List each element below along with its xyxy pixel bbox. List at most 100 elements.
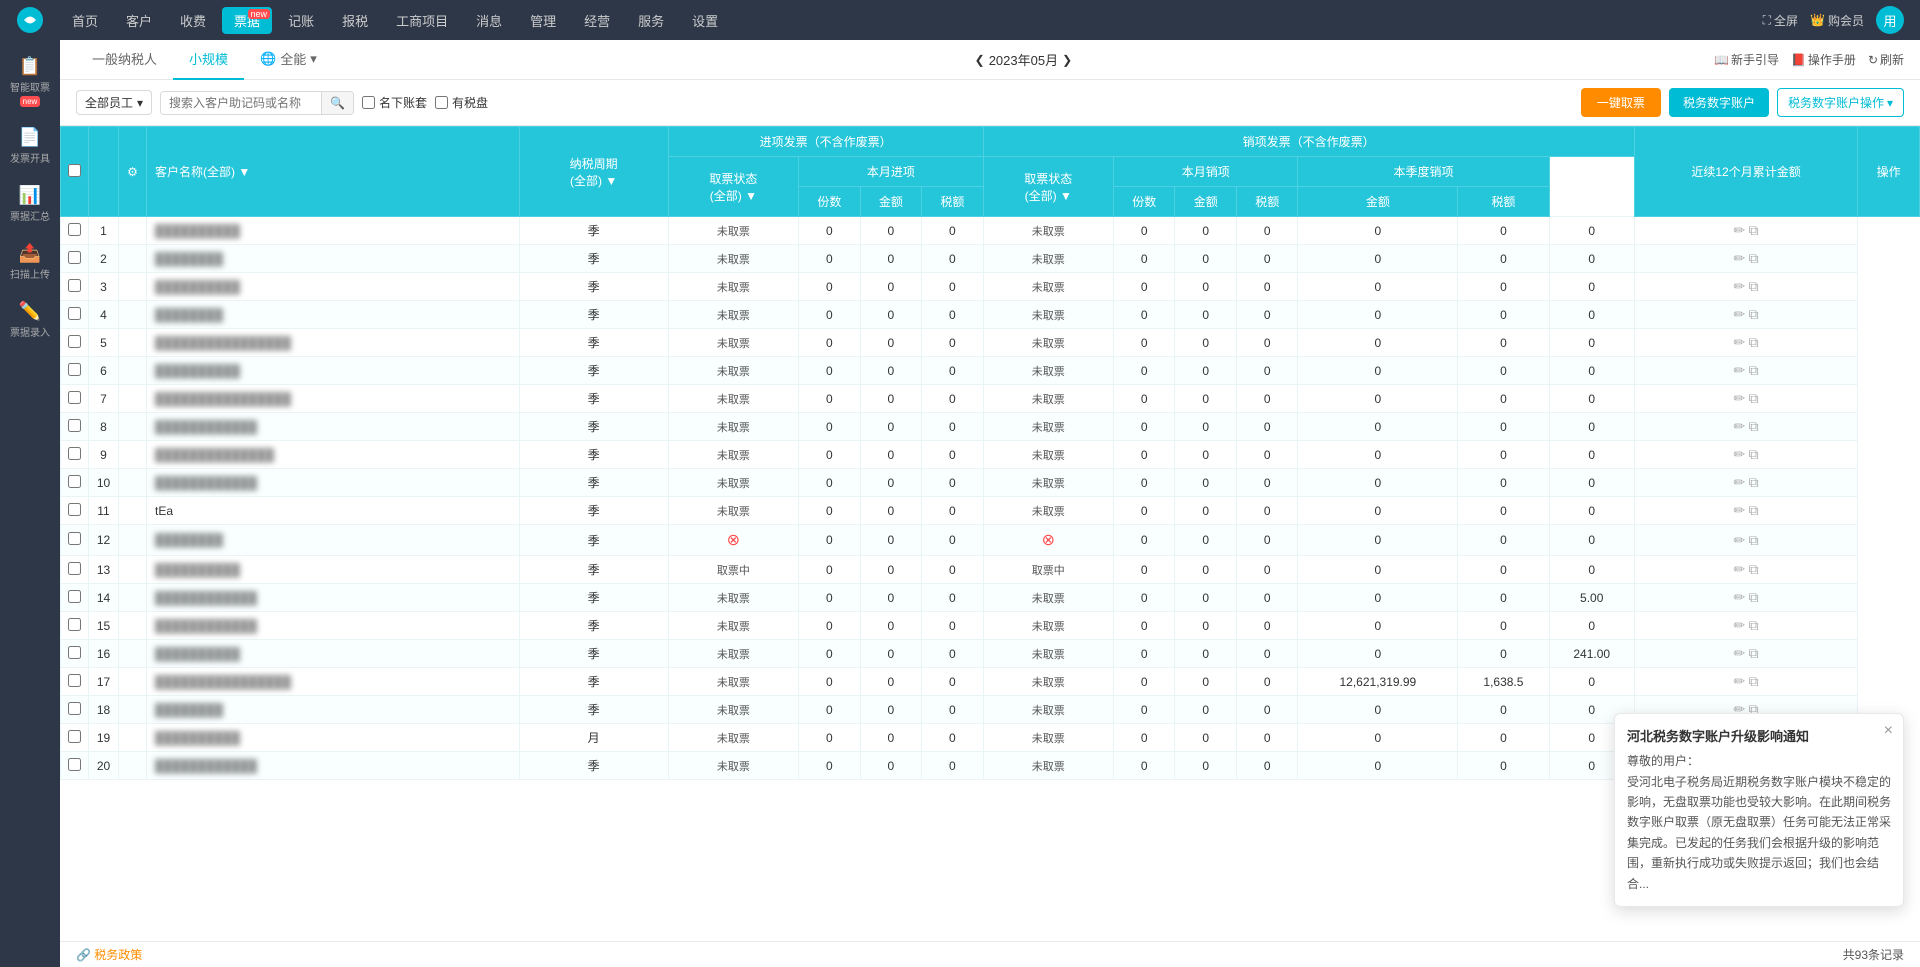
guide-btn[interactable]: 📖 新手引导 (1714, 51, 1779, 68)
checkbox-account-filter[interactable]: 名下账套 (362, 94, 427, 111)
edit-icon[interactable]: ✏ (1734, 617, 1746, 633)
edit-icon[interactable]: ✏ (1734, 278, 1746, 294)
row-checkbox[interactable] (68, 532, 81, 545)
row-checkbox[interactable] (68, 590, 81, 603)
nav-customer[interactable]: 客户 (114, 7, 164, 34)
copy-icon[interactable]: ⧉ (1749, 222, 1759, 238)
row-checkbox[interactable] (68, 646, 81, 659)
tax-policy-link[interactable]: 🔗 税务政策 (76, 946, 142, 963)
smart-ticket-badge: new (20, 96, 41, 107)
edit-icon[interactable]: ✏ (1734, 561, 1746, 577)
copy-icon[interactable]: ⧉ (1749, 561, 1759, 577)
row-checkbox[interactable] (68, 562, 81, 575)
logo-icon[interactable] (16, 6, 44, 34)
sidebar-item-invoice-entry[interactable]: ✏️ 票据录入 (4, 293, 56, 347)
manual-btn[interactable]: 📕 操作手册 (1791, 51, 1856, 68)
edit-icon[interactable]: ✏ (1734, 362, 1746, 378)
row-checkbox[interactable] (68, 335, 81, 348)
cell-out-amount: 0 (1175, 329, 1237, 357)
edit-icon[interactable]: ✏ (1734, 645, 1746, 661)
next-period-btn[interactable]: ❯ (1062, 53, 1072, 67)
edit-icon[interactable]: ✏ (1734, 250, 1746, 266)
search-input[interactable] (161, 92, 321, 114)
row-checkbox[interactable] (68, 758, 81, 771)
row-checkbox[interactable] (68, 730, 81, 743)
copy-icon[interactable]: ⧉ (1749, 673, 1759, 689)
cell-idx: 19 (89, 724, 119, 752)
search-btn[interactable]: 🔍 (321, 92, 353, 114)
select-all-checkbox[interactable] (68, 164, 81, 177)
copy-icon[interactable]: ⧉ (1749, 474, 1759, 490)
edit-icon[interactable]: ✏ (1734, 306, 1746, 322)
row-checkbox[interactable] (68, 618, 81, 631)
notification-close-btn[interactable]: × (1884, 722, 1893, 740)
copy-icon[interactable]: ⧉ (1749, 617, 1759, 633)
copy-icon[interactable]: ⧉ (1749, 334, 1759, 350)
edit-icon[interactable]: ✏ (1734, 418, 1746, 434)
edit-icon[interactable]: ✏ (1734, 532, 1746, 548)
avatar[interactable]: 用 (1876, 6, 1904, 34)
digital-account-btn[interactable]: 税务数字账户 (1669, 88, 1769, 117)
copy-icon[interactable]: ⧉ (1749, 418, 1759, 434)
edit-icon[interactable]: ✏ (1734, 334, 1746, 350)
nav-operation[interactable]: 经营 (572, 7, 622, 34)
row-checkbox[interactable] (68, 419, 81, 432)
nav-settings[interactable]: 设置 (680, 7, 730, 34)
sidebar-item-scan-upload[interactable]: 📤 扫描上传 (4, 235, 56, 289)
sidebar-item-invoice-open[interactable]: 📄 发票开具 (4, 119, 56, 173)
copy-icon[interactable]: ⧉ (1749, 645, 1759, 661)
tab-all[interactable]: 🌐 全能 ▾ (244, 40, 333, 80)
row-checkbox[interactable] (68, 279, 81, 292)
edit-icon[interactable]: ✏ (1734, 446, 1746, 462)
copy-icon[interactable]: ⧉ (1749, 589, 1759, 605)
checkbox-taxdisk-filter[interactable]: 有税盘 (435, 94, 488, 111)
edit-icon[interactable]: ✏ (1734, 589, 1746, 605)
nav-home[interactable]: 首页 (60, 7, 110, 34)
row-checkbox[interactable] (68, 307, 81, 320)
row-checkbox[interactable] (68, 251, 81, 264)
employee-filter[interactable]: 全部员工 ▾ (76, 90, 152, 115)
taxdisk-checkbox[interactable] (435, 96, 448, 109)
edit-icon[interactable]: ✏ (1734, 673, 1746, 689)
edit-icon[interactable]: ✏ (1734, 474, 1746, 490)
copy-icon[interactable]: ⧉ (1749, 502, 1759, 518)
sidebar-item-smart-ticket[interactable]: 📋 智能取票 new (4, 48, 56, 115)
nav-business[interactable]: 工商项目 (384, 7, 460, 34)
nav-billing[interactable]: 收费 (168, 7, 218, 34)
copy-icon[interactable]: ⧉ (1749, 362, 1759, 378)
row-checkbox[interactable] (68, 391, 81, 404)
row-checkbox[interactable] (68, 503, 81, 516)
edit-icon[interactable]: ✏ (1734, 222, 1746, 238)
copy-icon[interactable]: ⧉ (1749, 278, 1759, 294)
fullscreen-btn[interactable]: ⛶ 全屏 (1763, 12, 1798, 29)
row-checkbox[interactable] (68, 475, 81, 488)
copy-icon[interactable]: ⧉ (1749, 390, 1759, 406)
nav-tax[interactable]: 报税 (330, 7, 380, 34)
digital-ops-btn[interactable]: 税务数字账户操作 ▾ (1777, 88, 1904, 117)
one-click-btn[interactable]: 一键取票 (1581, 88, 1661, 117)
copy-icon[interactable]: ⧉ (1749, 446, 1759, 462)
edit-icon[interactable]: ✏ (1734, 502, 1746, 518)
prev-period-btn[interactable]: ❮ (975, 53, 985, 67)
refresh-btn[interactable]: ↻ 刷新 (1868, 51, 1904, 68)
tab-small-scale[interactable]: 小规模 (173, 40, 244, 80)
edit-icon[interactable]: ✏ (1734, 390, 1746, 406)
nav-service[interactable]: 服务 (626, 7, 676, 34)
row-checkbox[interactable] (68, 447, 81, 460)
copy-icon[interactable]: ⧉ (1749, 250, 1759, 266)
tab-general-taxpayer[interactable]: 一般纳税人 (76, 40, 173, 80)
nav-accounting[interactable]: 记账 (276, 7, 326, 34)
copy-icon[interactable]: ⧉ (1749, 306, 1759, 322)
account-checkbox[interactable] (362, 96, 375, 109)
member-btn[interactable]: 👑 购会员 (1810, 12, 1864, 29)
nav-manage[interactable]: 管理 (518, 7, 568, 34)
nav-invoice[interactable]: 票据 new (222, 7, 272, 34)
row-checkbox[interactable] (68, 702, 81, 715)
nav-message[interactable]: 消息 (464, 7, 514, 34)
row-checkbox[interactable] (68, 363, 81, 376)
copy-icon[interactable]: ⧉ (1749, 532, 1759, 548)
sidebar-item-invoice-summary[interactable]: 📊 票据汇总 (4, 177, 56, 231)
row-checkbox[interactable] (68, 223, 81, 236)
th-tax-period: 纳税周期(全部) ▼ (519, 127, 668, 217)
row-checkbox[interactable] (68, 674, 81, 687)
